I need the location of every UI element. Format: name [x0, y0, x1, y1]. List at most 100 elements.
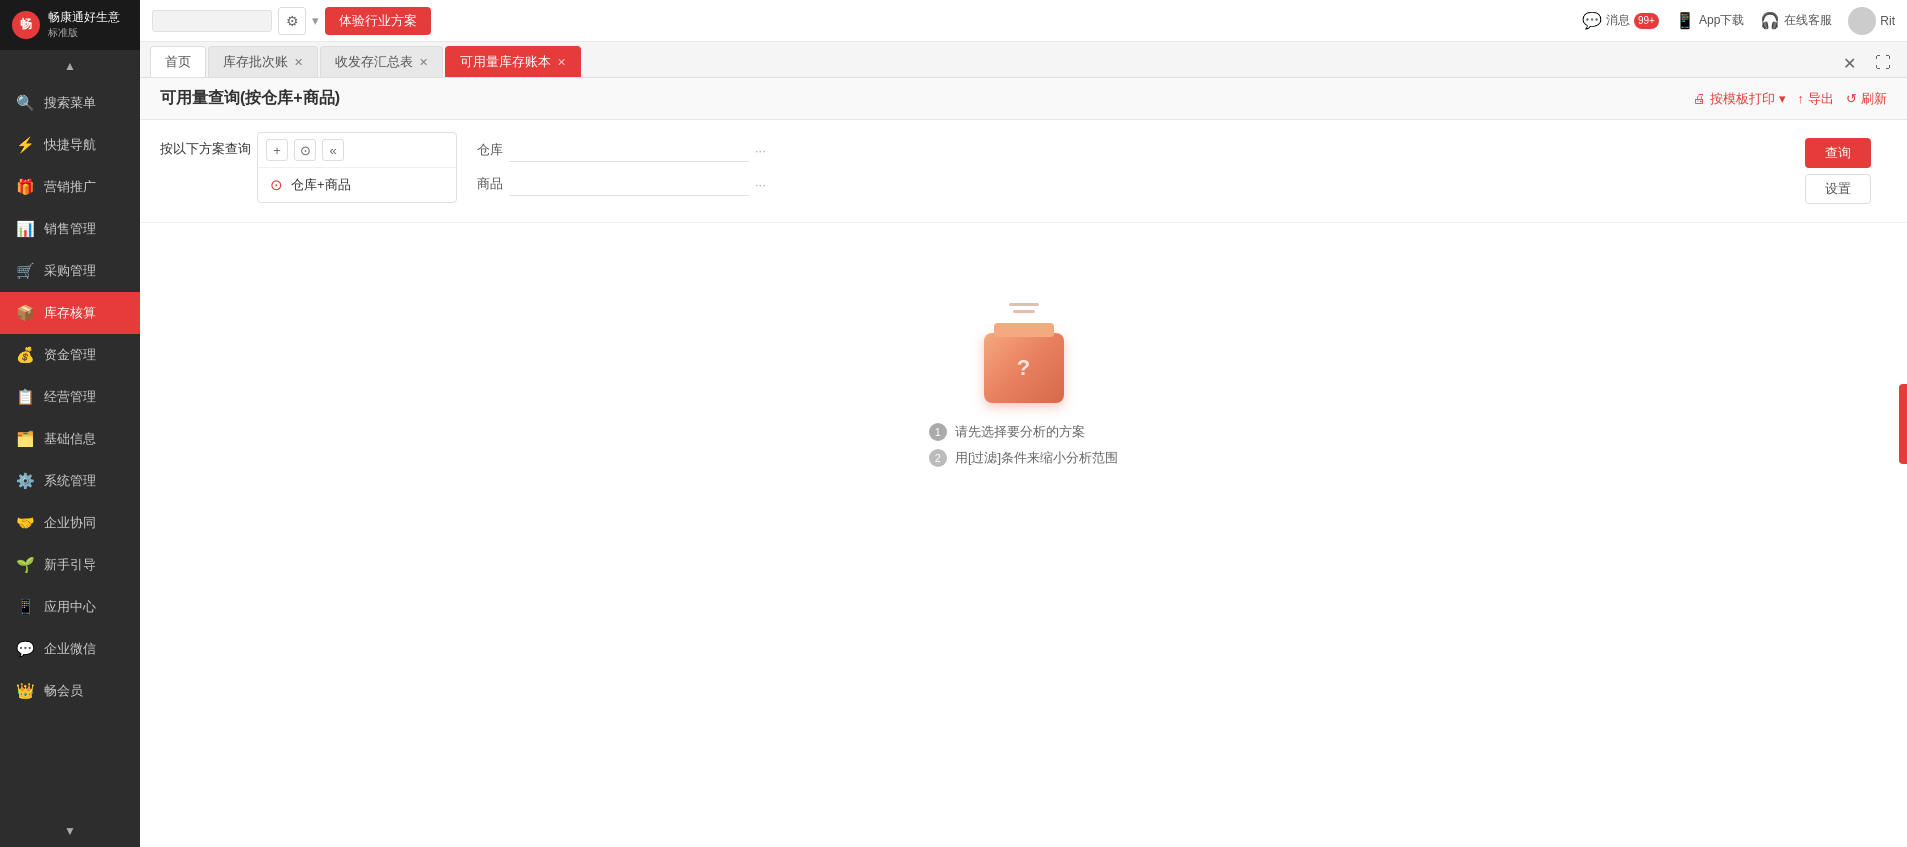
sidebar-label-marketing: 营销推广 [44, 178, 96, 196]
top-header: ⚙ ▾ 体验行业方案 💬 消息 99+ 📱 App下载 🎧 在线客服 Rit [140, 0, 1907, 42]
scheme-add-btn[interactable]: + [266, 139, 288, 161]
sidebar-item-enterprise[interactable]: 🤝 企业协同 [0, 502, 140, 544]
sidebar-item-operations[interactable]: 📋 经营管理 [0, 376, 140, 418]
sidebar-item-corpwx[interactable]: 💬 企业微信 [0, 628, 140, 670]
print-icon: 🖨 [1693, 91, 1706, 106]
print-action[interactable]: 🖨 按模板打印 ▾ [1693, 90, 1786, 108]
sidebar-label-operations: 经营管理 [44, 388, 96, 406]
empty-tips: 1 请先选择要分析的方案 2 用[过滤]条件来缩小分析范围 [929, 423, 1118, 467]
refresh-action[interactable]: ↺ 刷新 [1846, 90, 1887, 108]
empty-tip-2: 2 用[过滤]条件来缩小分析范围 [929, 449, 1118, 467]
tip-num-2: 2 [929, 449, 947, 467]
message-action[interactable]: 💬 消息 99+ [1582, 11, 1659, 30]
right-scroll-indicator[interactable] [1899, 384, 1907, 464]
product-label: 商品 [477, 175, 503, 193]
quicknav-icon: ⚡ [16, 136, 34, 154]
sidebar-item-sales[interactable]: 📊 销售管理 [0, 208, 140, 250]
scroll-up-arrow[interactable]: ▲ [58, 54, 82, 78]
service-action[interactable]: 🎧 在线客服 [1760, 11, 1832, 30]
sidebar-item-newguide[interactable]: 🌱 新手引导 [0, 544, 140, 586]
filter-label: 按以下方案查询 [160, 132, 251, 158]
tab-batch[interactable]: 库存批次账 ✕ [208, 46, 318, 77]
scroll-down-arrow[interactable]: ▼ [58, 819, 82, 843]
sidebar-label-inventory: 库存核算 [44, 304, 96, 322]
sidebar-item-inventory[interactable]: 📦 库存核算 [0, 292, 140, 334]
warehouse-more-icon[interactable]: ··· [755, 143, 766, 158]
scheme-toolbar: + ⊙ « [258, 133, 456, 168]
sidebar-item-quicknav[interactable]: ⚡ 快捷导航 [0, 124, 140, 166]
tab-summary-close[interactable]: ✕ [419, 56, 428, 69]
tip-num-1: 1 [929, 423, 947, 441]
tab-summary[interactable]: 收发存汇总表 ✕ [320, 46, 443, 77]
page-content: 可用量查询(按仓库+商品) 🖨 按模板打印 ▾ ↑ 导出 ↺ 刷新 按以下方案 [140, 78, 1907, 847]
marketing-icon: 🎁 [16, 178, 34, 196]
product-more-icon[interactable]: ··· [755, 177, 766, 192]
print-dropdown-icon[interactable]: ▾ [1779, 91, 1786, 106]
sidebar-item-basic[interactable]: 🗂️ 基础信息 [0, 418, 140, 460]
system-icon: ⚙️ [16, 472, 34, 490]
industry-btn[interactable]: 体验行业方案 [325, 7, 431, 35]
page-title-actions: 🖨 按模板打印 ▾ ↑ 导出 ↺ 刷新 [1693, 90, 1888, 108]
tab-available[interactable]: 可用量库存账本 ✕ [445, 46, 581, 77]
sidebar-label-enterprise: 企业协同 [44, 514, 96, 532]
product-input[interactable] [509, 172, 749, 196]
scheme-item-warehouse-product[interactable]: ⊙ 仓库+商品 [258, 168, 456, 202]
sidebar-item-vip[interactable]: 👑 畅会员 [0, 670, 140, 712]
corpwx-icon: 💬 [16, 640, 34, 658]
sidebar-item-purchase[interactable]: 🛒 采购管理 [0, 250, 140, 292]
sidebar-brand: 畅康通好生意 标准版 [48, 10, 120, 40]
user-profile[interactable]: Rit [1848, 7, 1895, 35]
sidebar-item-marketing[interactable]: 🎁 营销推广 [0, 166, 140, 208]
breadcrumb-input[interactable] [152, 10, 272, 32]
sidebar-item-appcenter[interactable]: 📱 应用中心 [0, 586, 140, 628]
message-label: 消息 [1606, 12, 1630, 29]
sidebar-label-finance: 资金管理 [44, 346, 96, 364]
tab-batch-close[interactable]: ✕ [294, 56, 303, 69]
sidebar-label-quicknav: 快捷导航 [44, 136, 96, 154]
export-action[interactable]: ↑ 导出 [1798, 90, 1835, 108]
query-button[interactable]: 查询 [1805, 138, 1871, 168]
sidebar-label-search: 搜索菜单 [44, 94, 96, 112]
sidebar-scroll-down[interactable]: ▼ [0, 815, 140, 847]
search-icon: 🔍 [16, 94, 34, 112]
sidebar-item-system[interactable]: ⚙️ 系统管理 [0, 460, 140, 502]
sidebar-header: 畅 畅康通好生意 标准版 [0, 0, 140, 50]
tab-home-label: 首页 [165, 53, 191, 71]
tab-expand-button[interactable]: ⛶ [1869, 49, 1897, 77]
tab-home[interactable]: 首页 [150, 46, 206, 77]
inventory-icon: 📦 [16, 304, 34, 322]
refresh-icon: ↺ [1846, 91, 1857, 106]
query-fields: 仓库 ··· 商品 ··· [457, 132, 1789, 202]
tab-close-button[interactable]: ✕ [1835, 49, 1863, 77]
app-label: App下载 [1699, 12, 1744, 29]
empty-tip-1: 1 请先选择要分析的方案 [929, 423, 1118, 441]
tab-actions: ✕ ⛶ [1835, 49, 1907, 77]
empty-state: 1 请先选择要分析的方案 2 用[过滤]条件来缩小分析范围 [140, 223, 1907, 547]
appcenter-icon: 📱 [16, 598, 34, 616]
sidebar-subtitle: 标准版 [48, 26, 120, 40]
settings-button[interactable]: 设置 [1805, 174, 1871, 204]
action-buttons: 查询 设置 [1789, 132, 1887, 210]
sidebar-scroll-up[interactable]: ▲ [0, 50, 140, 82]
chevron-down-icon[interactable]: ▾ [312, 13, 319, 28]
tab-available-close[interactable]: ✕ [557, 56, 566, 69]
warehouse-input[interactable] [509, 138, 749, 162]
main-area: ⚙ ▾ 体验行业方案 💬 消息 99+ 📱 App下载 🎧 在线客服 Rit [140, 0, 1907, 847]
query-row-product: 商品 ··· [477, 172, 1789, 196]
sidebar-label-vip: 畅会员 [44, 682, 83, 700]
app-download-action[interactable]: 📱 App下载 [1675, 11, 1744, 30]
warehouse-field-group: 仓库 ··· [477, 138, 766, 162]
empty-illustration [964, 303, 1084, 403]
sidebar-label-purchase: 采购管理 [44, 262, 96, 280]
page-title-bar: 可用量查询(按仓库+商品) 🖨 按模板打印 ▾ ↑ 导出 ↺ 刷新 [140, 78, 1907, 120]
vip-icon: 👑 [16, 682, 34, 700]
service-label: 在线客服 [1784, 12, 1832, 29]
tab-summary-label: 收发存汇总表 [335, 53, 413, 71]
empty-tip-1-text: 请先选择要分析的方案 [955, 423, 1085, 441]
scheme-collapse-btn[interactable]: « [322, 139, 344, 161]
gear-button[interactable]: ⚙ [278, 7, 306, 35]
scheme-settings-btn[interactable]: ⊙ [294, 139, 316, 161]
mobile-icon: 📱 [1675, 11, 1695, 30]
sidebar-item-search[interactable]: 🔍 搜索菜单 [0, 82, 140, 124]
sidebar-item-finance[interactable]: 💰 资金管理 [0, 334, 140, 376]
